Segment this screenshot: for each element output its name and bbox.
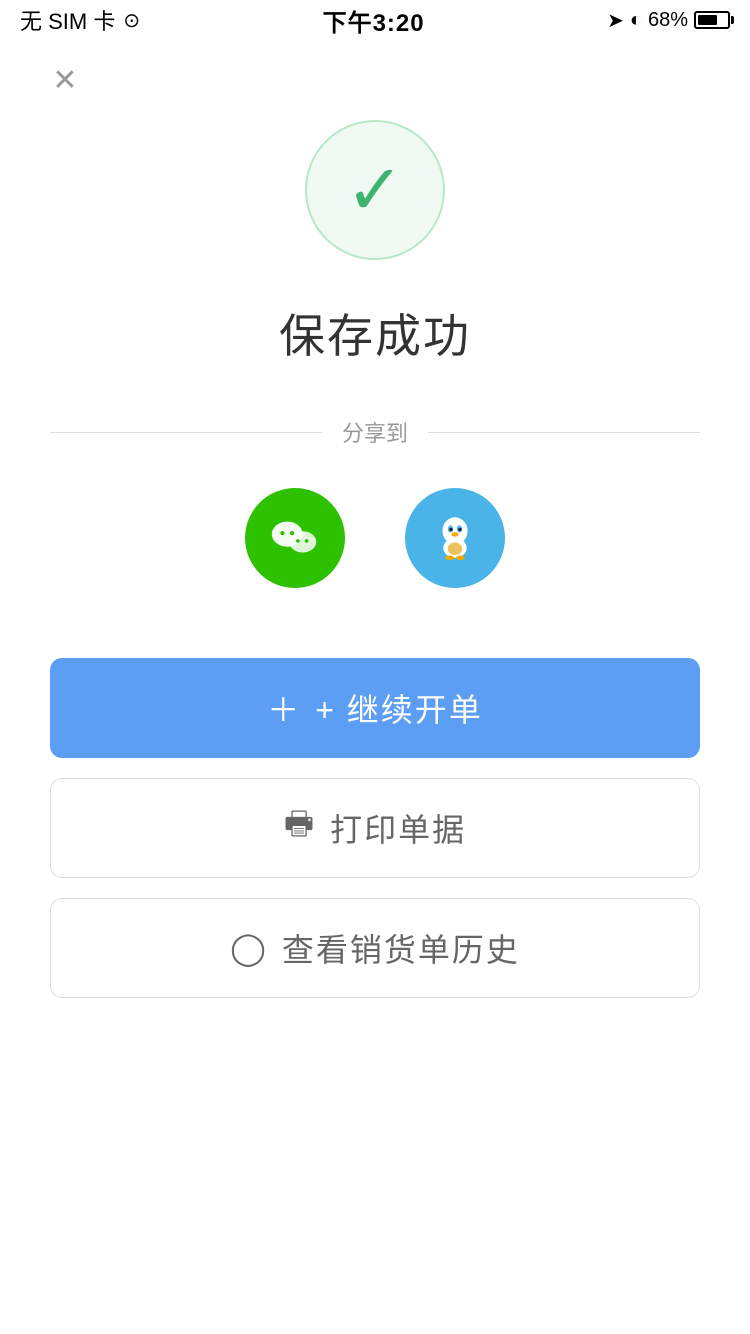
status-right: ➤ ◐ 68% xyxy=(607,8,730,33)
checkmark-icon: ✓ xyxy=(346,155,405,225)
continue-button[interactable]: ＋ + 继续开单 xyxy=(50,658,700,758)
wechat-icon xyxy=(266,509,324,567)
share-icons xyxy=(245,488,505,588)
action-buttons: ＋ + 继续开单 🖶 打印单据 ◯ 查看销货单历史 xyxy=(0,658,750,998)
wifi-icon: ⊙ xyxy=(123,8,140,33)
alarm-icon: ◐ xyxy=(630,9,642,32)
print-label: 打印单据 xyxy=(330,805,466,851)
main-content: ✓ 保存成功 分享到 xyxy=(0,40,750,998)
share-divider: 分享到 xyxy=(0,416,750,448)
success-circle: ✓ xyxy=(305,120,445,260)
sim-status: 无 SIM 卡 xyxy=(20,4,115,36)
close-button[interactable]: ✕ xyxy=(40,55,90,105)
close-icon: ✕ xyxy=(52,63,77,98)
continue-label: + 继续开单 xyxy=(315,685,483,731)
clock-icon: ◯ xyxy=(230,929,268,967)
divider-right xyxy=(428,432,700,433)
history-label: 查看销货单历史 xyxy=(282,925,520,971)
plus-icon: ＋ xyxy=(267,685,301,731)
location-icon: ➤ xyxy=(607,8,624,33)
success-title: 保存成功 xyxy=(279,300,471,366)
battery-icon xyxy=(694,11,730,29)
status-time: 下午3:20 xyxy=(323,3,425,38)
qq-share-button[interactable] xyxy=(405,488,505,588)
qq-icon xyxy=(428,511,482,565)
wechat-share-button[interactable] xyxy=(245,488,345,588)
printer-icon: 🖶 xyxy=(284,801,316,855)
battery-percent: 68% xyxy=(648,9,688,32)
divider-left xyxy=(50,432,322,433)
print-button[interactable]: 🖶 打印单据 xyxy=(50,778,700,878)
status-left: 无 SIM 卡 ⊙ xyxy=(20,4,140,36)
share-label: 分享到 xyxy=(322,416,428,448)
status-bar: 无 SIM 卡 ⊙ 下午3:20 ➤ ◐ 68% xyxy=(0,0,750,40)
history-button[interactable]: ◯ 查看销货单历史 xyxy=(50,898,700,998)
